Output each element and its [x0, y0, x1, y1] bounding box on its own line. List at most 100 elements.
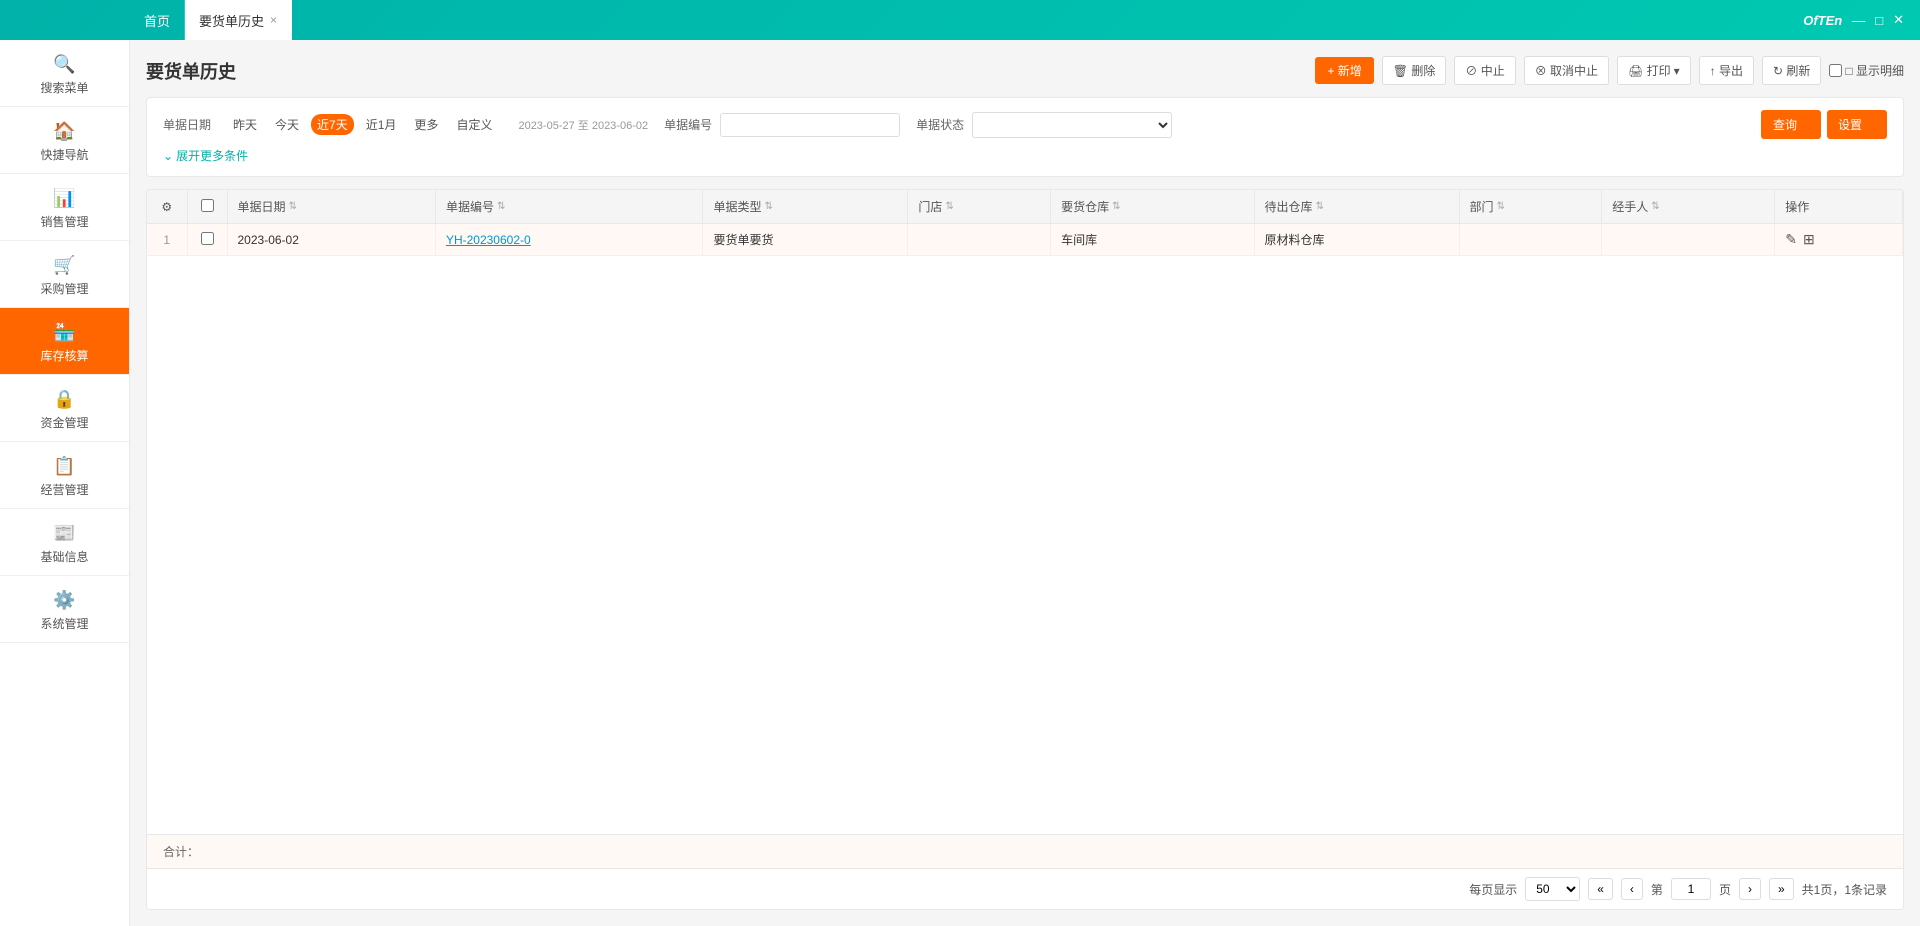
date-filter-label: 单据日期 — [163, 116, 211, 133]
refresh-button[interactable]: ↻ 刷新 — [1762, 56, 1821, 85]
sidebar: 🔍 搜索菜单 🏠 快捷导航 📊 销售管理 🛒 采购管理 🏪 库存核算 🔒 资金管… — [0, 40, 130, 926]
sidebar-item-finance-mgmt[interactable]: 🔒 资金管理 — [0, 375, 129, 442]
toolbar: + 新增 🗑 删除 ⊘ 中止 ⊗ 取消中止 🖨 打印 ▾ ↑ 导出 — [1315, 56, 1904, 85]
req-warehouse-sort: 要货仓库 ⇅ — [1061, 198, 1120, 215]
print-dropdown-icon: ▾ — [1674, 64, 1680, 78]
col-handler[interactable]: 经手人 ⇅ — [1602, 190, 1775, 224]
summary-bar: 合计： — [147, 834, 1903, 868]
tab-close-icon[interactable]: × — [270, 13, 277, 27]
minimize-btn[interactable]: — — [1852, 13, 1865, 28]
new-button[interactable]: + 新增 — [1315, 57, 1373, 84]
row-doc-no: YH-20230602-0 — [435, 224, 703, 256]
expand-row: ⌄ 展开更多条件 — [163, 147, 1887, 164]
col-settings[interactable]: ⚙ — [147, 190, 187, 224]
row-action-cell: ✎ ⊞ — [1775, 224, 1903, 256]
doc-no-input[interactable] — [720, 113, 900, 137]
row-checkbox[interactable] — [201, 232, 214, 245]
sidebar-item-search-menu-label: 搜索菜单 — [40, 79, 88, 96]
display-detail-toggle[interactable]: □ 显示明细 — [1829, 62, 1904, 79]
print-button-label: 🖨 打印 — [1628, 62, 1671, 79]
sidebar-item-sales-mgmt-label: 销售管理 — [40, 213, 88, 230]
date-options: 昨天 今天 近7天 近1月 更多 自定义 — [227, 114, 498, 135]
sidebar-item-finance-mgmt-label: 资金管理 — [40, 414, 88, 431]
col-doc-type[interactable]: 单据类型 ⇅ — [703, 190, 908, 224]
doc-no-filter-group: 单据编号 — [664, 113, 900, 137]
page-size-label: 每页显示 — [1469, 881, 1517, 898]
delete-button[interactable]: 🗑 删除 — [1382, 56, 1447, 85]
col-req-warehouse[interactable]: 要货仓库 ⇅ — [1051, 190, 1254, 224]
current-page-input[interactable] — [1671, 878, 1711, 900]
row-edit-button[interactable]: ✎ — [1785, 231, 1797, 248]
sidebar-item-sales-mgmt[interactable]: 📊 销售管理 — [0, 174, 129, 241]
col-doc-date[interactable]: 单据日期 ⇅ — [227, 190, 435, 224]
print-button[interactable]: 🖨 打印 ▾ — [1617, 56, 1691, 85]
sidebar-item-purchase-mgmt[interactable]: 🛒 采购管理 — [0, 241, 129, 308]
search-menu-icon: 🔍 — [53, 54, 75, 75]
export-button[interactable]: ↑ 导出 — [1699, 56, 1754, 85]
sidebar-item-quick-nav[interactable]: 🏠 快捷导航 — [0, 107, 129, 174]
pagination: 每页显示 50 10 20 100 « ‹ 第 页 › » 共1页，1条记录 — [147, 868, 1903, 909]
date-option-today[interactable]: 今天 — [269, 114, 305, 135]
doc-no-link[interactable]: YH-20230602-0 — [446, 233, 531, 247]
date-option-yesterday[interactable]: 昨天 — [227, 114, 263, 135]
col-pending-warehouse[interactable]: 待出仓库 ⇅ — [1254, 190, 1459, 224]
status-select[interactable] — [972, 112, 1172, 138]
sidebar-item-search-menu[interactable]: 🔍 搜索菜单 — [0, 40, 129, 107]
expand-label: 展开更多条件 — [176, 147, 248, 164]
query-button[interactable]: 查询 — [1761, 110, 1821, 139]
tab-requisition-history[interactable]: 要货单历史 × — [185, 0, 292, 40]
first-page-button[interactable]: « — [1588, 878, 1613, 900]
close-btn[interactable]: ✕ — [1893, 12, 1904, 28]
tab-home-label: 首页 — [144, 11, 170, 30]
prev-page-button[interactable]: ‹ — [1621, 878, 1643, 900]
date-option-last-month[interactable]: 近1月 — [360, 114, 403, 135]
tab-home[interactable]: 首页 — [130, 0, 185, 40]
expand-more-btn[interactable]: ⌄ 展开更多条件 — [163, 147, 1887, 164]
department-sort: 部门 ⇅ — [1470, 198, 1505, 215]
maximize-btn[interactable]: □ — [1875, 13, 1883, 28]
handler-sort-icon: ⇅ — [1651, 201, 1659, 212]
next-page-button[interactable]: › — [1739, 878, 1761, 900]
row-delete-button[interactable]: ⊞ — [1803, 231, 1815, 248]
row-handler — [1602, 224, 1775, 256]
col-department[interactable]: 部门 ⇅ — [1459, 190, 1602, 224]
table-row: 1 2023-06-02 YH-20230602-0 要货单要货 车间库 — [147, 224, 1903, 256]
doc-type-sort-icon: ⇅ — [764, 201, 772, 212]
display-detail-checkbox[interactable] — [1829, 64, 1842, 77]
cancel-stop-button[interactable]: ⊗ 取消中止 — [1524, 56, 1609, 85]
col-store[interactable]: 门店 ⇅ — [908, 190, 1051, 224]
sidebar-item-inventory[interactable]: 🏪 库存核算 — [0, 308, 129, 375]
date-option-custom[interactable]: 自定义 — [450, 114, 498, 135]
date-option-last7days[interactable]: 近7天 — [311, 114, 354, 135]
expand-icon: ⌄ — [163, 149, 173, 163]
col-doc-no[interactable]: 单据编号 ⇅ — [435, 190, 703, 224]
page-header: 要货单历史 + 新增 🗑 删除 ⊘ 中止 ⊗ 取消中止 🖨 打印 ▾ — [146, 56, 1904, 85]
new-button-label: + 新增 — [1327, 62, 1361, 79]
pending-warehouse-sort-icon: ⇅ — [1316, 201, 1324, 212]
sidebar-item-basic-info-label: 基础信息 — [40, 548, 88, 565]
sidebar-item-system-mgmt[interactable]: ⚙️ 系统管理 — [0, 576, 129, 643]
sidebar-item-operations-mgmt[interactable]: 📋 经营管理 — [0, 442, 129, 509]
data-table: ⚙ 单据日期 ⇅ — [147, 190, 1903, 256]
purchase-mgmt-icon: 🛒 — [53, 255, 75, 276]
doc-no-label: 单据编号 — [664, 116, 712, 133]
page-suffix-label: 页 — [1719, 881, 1731, 898]
date-option-more[interactable]: 更多 — [408, 114, 444, 135]
last-page-button[interactable]: » — [1769, 878, 1794, 900]
summary-label: 合计： — [163, 843, 199, 860]
req-warehouse-sort-icon: ⇅ — [1112, 201, 1120, 212]
brand-label: OfTEn — [1803, 13, 1842, 28]
col-action: 操作 — [1775, 190, 1903, 224]
stop-button[interactable]: ⊘ 中止 — [1454, 56, 1515, 85]
table-header-row: ⚙ 单据日期 ⇅ — [147, 190, 1903, 224]
inventory-icon: 🏪 — [53, 322, 75, 343]
export-button-label: ↑ 导出 — [1710, 62, 1743, 79]
status-label: 单据状态 — [916, 116, 964, 133]
filter-actions: 查询 设置 — [1761, 110, 1887, 139]
page-size-select[interactable]: 50 10 20 100 — [1525, 877, 1580, 901]
select-all-checkbox[interactable] — [201, 199, 214, 212]
doc-date-sort-icon: ⇅ — [289, 201, 297, 212]
sidebar-item-basic-info[interactable]: 📰 基础信息 — [0, 509, 129, 576]
settings-button[interactable]: 设置 — [1827, 110, 1887, 139]
col-checkbox — [187, 190, 227, 224]
